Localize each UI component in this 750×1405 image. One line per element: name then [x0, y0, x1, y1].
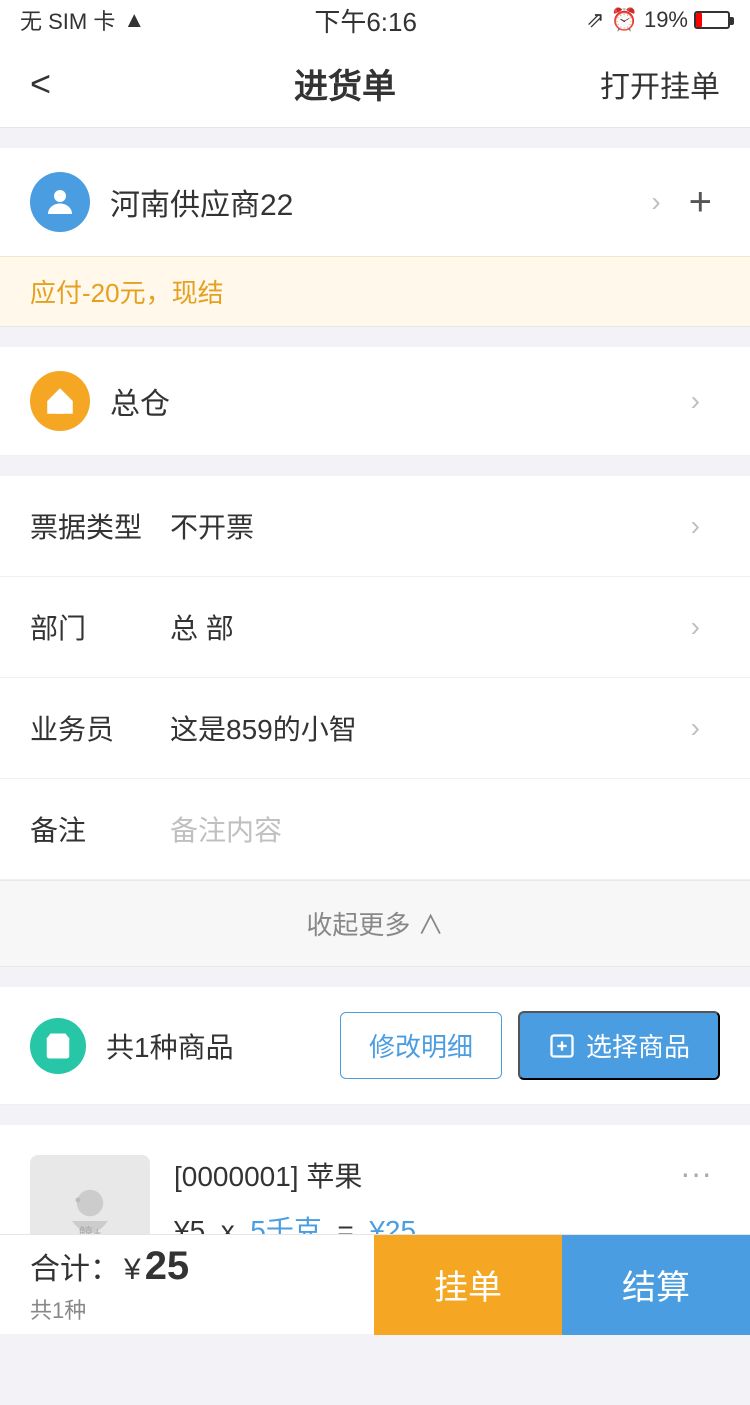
products-icon	[30, 1018, 86, 1074]
cart-icon	[43, 1031, 73, 1061]
salesperson-value: 这是859的小智	[170, 708, 691, 748]
product-menu-button[interactable]: ···	[672, 1155, 720, 1192]
home-icon	[43, 384, 77, 418]
warehouse-name: 总仓	[110, 379, 691, 423]
status-bar: 无 SIM 卡 ▲ 下午6:16 ⇗ ⏰ 19%	[0, 0, 750, 40]
currency-symbol: ¥	[124, 1253, 141, 1287]
invoice-type-value: 不开票	[170, 506, 691, 546]
invoice-type-row[interactable]: 票据类型 不开票 ›	[0, 476, 750, 577]
warehouse-chevron-icon: ›	[691, 385, 700, 417]
nav-bar: < 进货单 打开挂单	[0, 40, 750, 128]
back-button[interactable]: <	[30, 63, 90, 105]
warehouse-section: 总仓 ›	[0, 347, 750, 456]
warehouse-icon	[30, 371, 90, 431]
select-product-icon	[548, 1032, 576, 1060]
checkout-button[interactable]: 结算	[562, 1235, 750, 1335]
edit-detail-button[interactable]: 修改明细	[340, 1012, 502, 1079]
top-divider	[0, 128, 750, 148]
collapse-row[interactable]: 收起更多 ∧	[0, 880, 750, 967]
select-product-button[interactable]: 选择商品	[518, 1011, 720, 1080]
collapse-text: 收起更多 ∧	[306, 905, 443, 942]
battery-label: 19%	[644, 7, 688, 33]
salesperson-label: 业务员	[30, 708, 170, 748]
products-count: 共1种商品	[106, 1026, 340, 1066]
battery-icon	[694, 11, 730, 29]
warehouse-row[interactable]: 总仓 ›	[0, 347, 750, 456]
status-time: 下午6:16	[314, 2, 417, 39]
total-main: 合计： ¥ 25	[30, 1244, 344, 1289]
carrier-label: 无 SIM 卡	[20, 4, 115, 36]
status-right: ⇗ ⏰ 19%	[586, 7, 730, 33]
supplier-avatar	[30, 172, 90, 232]
products-header: 共1种商品 修改明细 选择商品	[0, 987, 750, 1105]
department-label: 部门	[30, 607, 170, 647]
total-label: 合计：	[30, 1244, 120, 1288]
page-title: 进货单	[294, 59, 396, 108]
supplier-name: 河南供应商22	[110, 180, 651, 224]
location-icon: ⇗	[586, 7, 604, 33]
remarks-label: 备注	[30, 809, 170, 849]
payment-notice: 应付-20元，现结	[0, 256, 750, 326]
invoice-type-label: 票据类型	[30, 506, 170, 546]
add-button[interactable]: +	[681, 180, 720, 225]
department-chevron-icon: ›	[691, 611, 700, 643]
total-section: 合计： ¥ 25 共1种	[0, 1244, 374, 1325]
hold-button[interactable]: 挂单	[374, 1235, 562, 1335]
wifi-icon: ▲	[123, 7, 145, 33]
status-left: 无 SIM 卡 ▲	[20, 4, 145, 36]
supplier-row[interactable]: 河南供应商22 › +	[0, 148, 750, 256]
remarks-row[interactable]: 备注 备注内容	[0, 779, 750, 880]
form-section: 票据类型 不开票 › 部门 总 部 › 业务员 这是859的小智 › 备注 备注…	[0, 476, 750, 880]
total-amount: 25	[145, 1244, 190, 1289]
total-sub: 共1种	[30, 1293, 344, 1325]
invoice-chevron-icon: ›	[691, 510, 700, 542]
supplier-section: 河南供应商22 › + 应付-20元，现结	[0, 148, 750, 327]
department-value: 总 部	[170, 607, 691, 647]
chevron-right-icon: ›	[651, 186, 660, 218]
remarks-input[interactable]: 备注内容	[170, 809, 720, 849]
salesperson-chevron-icon: ›	[691, 712, 700, 744]
alarm-icon: ⏰	[611, 7, 638, 33]
product-name: [0000001] 苹果	[174, 1155, 672, 1195]
department-row[interactable]: 部门 总 部 ›	[0, 577, 750, 678]
salesperson-row[interactable]: 业务员 这是859的小智 ›	[0, 678, 750, 779]
user-icon	[42, 184, 78, 220]
open-hold-button[interactable]: 打开挂单	[600, 62, 720, 106]
bottom-bar: 合计： ¥ 25 共1种 挂单 结算	[0, 1234, 750, 1334]
